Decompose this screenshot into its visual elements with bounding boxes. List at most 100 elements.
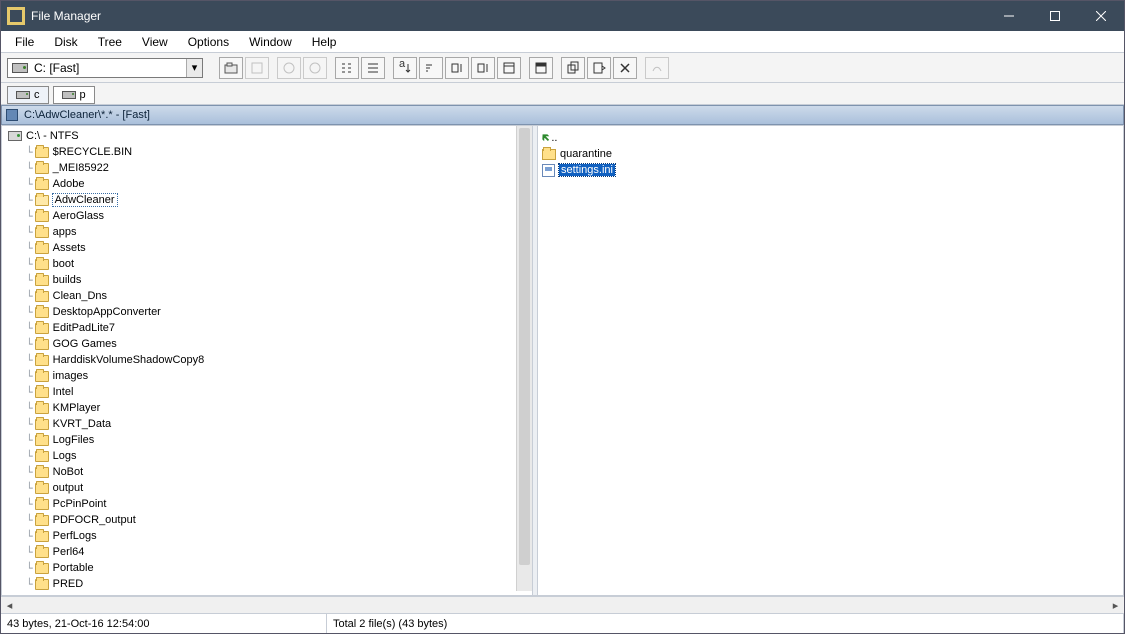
toolbar-sort-1[interactable]: a	[393, 57, 417, 79]
toolbar-delete[interactable]	[613, 57, 637, 79]
file-name: ..	[551, 132, 557, 144]
minimize-button[interactable]	[986, 1, 1032, 31]
tree-node[interactable]: └Clean_Dns	[8, 288, 528, 304]
tree-node[interactable]: └Perl64	[8, 544, 528, 560]
tree-node[interactable]: └PcPinPoint	[8, 496, 528, 512]
tree-node[interactable]: └NoBot	[8, 464, 528, 480]
toolbar-btn-2[interactable]	[245, 57, 269, 79]
tree-node-label: _MEI85922	[53, 162, 109, 174]
toolbar-new-window[interactable]	[529, 57, 553, 79]
tree-node-label: output	[53, 482, 84, 494]
tree-node-label: GOG Games	[53, 338, 117, 350]
toolbar-view-details[interactable]	[361, 57, 385, 79]
tree-node[interactable]: └AeroGlass	[8, 208, 528, 224]
drive-selector[interactable]: C: [Fast] ▾	[7, 58, 203, 78]
tree-node[interactable]: └EditPadLite7	[8, 320, 528, 336]
tree-node[interactable]: └PRED	[8, 576, 528, 592]
folder-icon	[35, 579, 49, 590]
tree-node[interactable]: └Assets	[8, 240, 528, 256]
tree-node-label: $RECYCLE.BIN	[53, 146, 132, 158]
tree-node[interactable]: └PerfLogs	[8, 528, 528, 544]
toolbar-view-name[interactable]	[335, 57, 359, 79]
window-title: File Manager	[31, 9, 986, 23]
tree-root-node[interactable]: C:\ - NTFS	[8, 128, 528, 144]
folder-icon	[35, 419, 49, 430]
tree-node[interactable]: └KMPlayer	[8, 400, 528, 416]
menu-view[interactable]: View	[132, 33, 178, 51]
toolbar-move[interactable]	[587, 57, 611, 79]
menu-options[interactable]: Options	[178, 33, 239, 51]
toolbar-sort-4[interactable]	[471, 57, 495, 79]
toolbar-btn-3[interactable]	[277, 57, 301, 79]
toolbar-sort-5[interactable]	[497, 57, 521, 79]
drive-tab-p[interactable]: p	[53, 86, 95, 104]
tree-node[interactable]: └$RECYCLE.BIN	[8, 144, 528, 160]
tree-node-label: images	[53, 370, 88, 382]
tree-node[interactable]: └AdwCleaner	[8, 192, 528, 208]
file-icon	[542, 164, 555, 177]
tree-node-label: Portable	[53, 562, 94, 574]
toolbar-sort-2[interactable]	[419, 57, 443, 79]
file-name: quarantine	[560, 148, 612, 160]
tree-node-label: Perl64	[53, 546, 85, 558]
svg-text:a: a	[399, 61, 406, 70]
tree-node[interactable]: └boot	[8, 256, 528, 272]
tree-node[interactable]: └Logs	[8, 448, 528, 464]
titlebar: File Manager	[1, 1, 1124, 31]
tree-node-label: PerfLogs	[53, 530, 97, 542]
tree-node[interactable]: └apps	[8, 224, 528, 240]
close-button[interactable]	[1078, 1, 1124, 31]
drive-tab-c[interactable]: c	[7, 86, 49, 104]
tree-node-label: PcPinPoint	[53, 498, 107, 510]
tree-node[interactable]: └Portable	[8, 560, 528, 576]
folder-icon	[35, 259, 49, 270]
tree-node[interactable]: └images	[8, 368, 528, 384]
tree-node[interactable]: └DesktopAppConverter	[8, 304, 528, 320]
tree-node[interactable]: └GOG Games	[8, 336, 528, 352]
toolbar: C: [Fast] ▾ a	[1, 53, 1124, 83]
toolbar-sort-3[interactable]	[445, 57, 469, 79]
tree-node[interactable]: └LogFiles	[8, 432, 528, 448]
tree-node[interactable]: └Adobe	[8, 176, 528, 192]
folder-icon	[35, 371, 49, 382]
vertical-scrollbar[interactable]	[516, 126, 532, 591]
folder-icon	[35, 515, 49, 526]
tree-node[interactable]: └_MEI85922	[8, 160, 528, 176]
folder-icon	[35, 291, 49, 302]
tree-node-label: builds	[53, 274, 82, 286]
tree-node[interactable]: └Intel	[8, 384, 528, 400]
tree-node[interactable]: └KVRT_Data	[8, 416, 528, 432]
file-updir[interactable]: 🡴..	[542, 130, 1119, 146]
folder-item[interactable]: quarantine	[542, 146, 1119, 162]
toolbar-extra[interactable]	[645, 57, 669, 79]
folder-icon	[35, 547, 49, 558]
scroll-left-icon[interactable]: ◂	[1, 598, 18, 613]
file-list-pane[interactable]: 🡴.. quarantine settings.ini	[538, 126, 1123, 595]
folder-tree-pane[interactable]: C:\ - NTFS└$RECYCLE.BIN└_MEI85922└Adobe└…	[2, 126, 532, 595]
tree-node-label: Intel	[53, 386, 74, 398]
folder-icon	[35, 339, 49, 350]
tree-node[interactable]: └builds	[8, 272, 528, 288]
panel-path-bar[interactable]: C:\AdwCleaner\*.* - [Fast]	[1, 105, 1124, 125]
menu-help[interactable]: Help	[302, 33, 347, 51]
menu-window[interactable]: Window	[239, 33, 302, 51]
drive-tab-label: p	[80, 89, 86, 101]
horizontal-scrollbar[interactable]: ◂ ▸	[1, 596, 1124, 613]
toolbar-btn-1[interactable]	[219, 57, 243, 79]
tree-node[interactable]: └output	[8, 480, 528, 496]
maximize-button[interactable]	[1032, 1, 1078, 31]
menu-disk[interactable]: Disk	[44, 33, 87, 51]
scroll-right-icon[interactable]: ▸	[1107, 598, 1124, 613]
tree-node-label: HarddiskVolumeShadowCopy8	[53, 354, 205, 366]
menu-file[interactable]: File	[5, 33, 44, 51]
toolbar-btn-4[interactable]	[303, 57, 327, 79]
toolbar-copy[interactable]	[561, 57, 585, 79]
tree-node[interactable]: └HarddiskVolumeShadowCopy8	[8, 352, 528, 368]
tree-node-label: C:\ - NTFS	[26, 130, 79, 142]
tree-node[interactable]: └PDFOCR_output	[8, 512, 528, 528]
file-item[interactable]: settings.ini	[542, 162, 1119, 178]
folder-icon	[35, 563, 49, 574]
chevron-down-icon[interactable]: ▾	[186, 59, 202, 77]
drive-icon	[16, 91, 30, 99]
menu-tree[interactable]: Tree	[88, 33, 132, 51]
